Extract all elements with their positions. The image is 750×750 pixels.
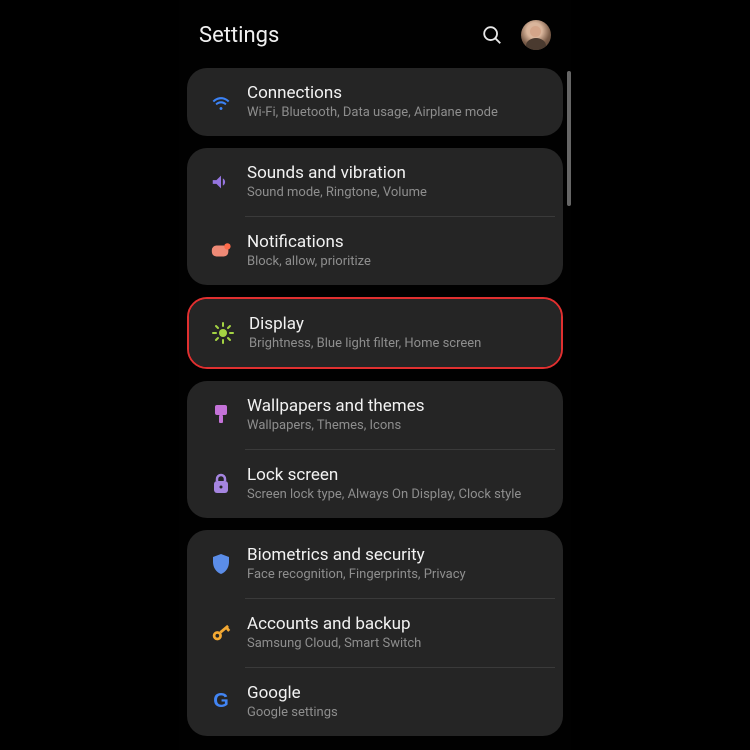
settings-item-biometrics[interactable]: Biometrics and security Face recognition…: [187, 530, 563, 598]
wifi-icon: [199, 90, 243, 114]
profile-avatar[interactable]: [521, 20, 551, 50]
item-subtitle: Sound mode, Ringtone, Volume: [247, 185, 557, 202]
item-title: Display: [249, 313, 555, 335]
search-button[interactable]: [479, 22, 505, 48]
search-icon: [481, 24, 503, 46]
item-subtitle: Block, allow, prioritize: [247, 254, 557, 271]
item-subtitle: Google settings: [247, 705, 557, 722]
item-title: Sounds and vibration: [247, 162, 557, 184]
item-subtitle: Samsung Cloud, Smart Switch: [247, 636, 557, 653]
shield-icon: [199, 553, 243, 575]
settings-item-google[interactable]: G Google Google settings: [187, 668, 563, 736]
item-subtitle: Brightness, Blue light filter, Home scre…: [249, 336, 555, 353]
settings-group: Display Brightness, Blue light filter, H…: [189, 299, 561, 367]
item-subtitle: Screen lock type, Always On Display, Clo…: [247, 487, 557, 504]
page-title: Settings: [199, 23, 463, 48]
item-title: Wallpapers and themes: [247, 395, 557, 417]
item-title: Biometrics and security: [247, 544, 557, 566]
settings-item-display[interactable]: Display Brightness, Blue light filter, H…: [189, 299, 561, 367]
settings-item-notifications[interactable]: Notifications Block, allow, prioritize: [187, 217, 563, 285]
item-title: Connections: [247, 82, 557, 104]
settings-item-accounts[interactable]: Accounts and backup Samsung Cloud, Smart…: [187, 599, 563, 667]
google-icon: G: [199, 690, 243, 713]
settings-item-connections[interactable]: Connections Wi-Fi, Bluetooth, Data usage…: [187, 68, 563, 136]
brightness-icon: [201, 321, 245, 345]
settings-group: Connections Wi-Fi, Bluetooth, Data usage…: [187, 68, 563, 136]
notification-icon: [199, 242, 243, 260]
item-title: Accounts and backup: [247, 613, 557, 635]
settings-screen: Settings Connections Wi-Fi, Bluetooth, D…: [179, 0, 571, 750]
settings-item-wallpapers[interactable]: Wallpapers and themes Wallpapers, Themes…: [187, 381, 563, 449]
settings-item-sounds[interactable]: Sounds and vibration Sound mode, Rington…: [187, 148, 563, 216]
brush-icon: [199, 404, 243, 426]
item-title: Lock screen: [247, 464, 557, 486]
key-icon: [199, 622, 243, 644]
item-subtitle: Face recognition, Fingerprints, Privacy: [247, 567, 557, 584]
sound-icon: [199, 171, 243, 193]
settings-list: Connections Wi-Fi, Bluetooth, Data usage…: [179, 68, 571, 736]
item-subtitle: Wi-Fi, Bluetooth, Data usage, Airplane m…: [247, 105, 557, 122]
settings-group: Biometrics and security Face recognition…: [187, 530, 563, 736]
lock-icon: [199, 473, 243, 495]
scrollbar[interactable]: [567, 71, 571, 206]
item-title: Google: [247, 682, 557, 704]
item-title: Notifications: [247, 231, 557, 253]
header: Settings: [179, 10, 571, 68]
item-subtitle: Wallpapers, Themes, Icons: [247, 418, 557, 435]
settings-group: Wallpapers and themes Wallpapers, Themes…: [187, 381, 563, 518]
highlighted-item: Display Brightness, Blue light filter, H…: [187, 297, 563, 369]
settings-item-lockscreen[interactable]: Lock screen Screen lock type, Always On …: [187, 450, 563, 518]
settings-group: Sounds and vibration Sound mode, Rington…: [187, 148, 563, 285]
